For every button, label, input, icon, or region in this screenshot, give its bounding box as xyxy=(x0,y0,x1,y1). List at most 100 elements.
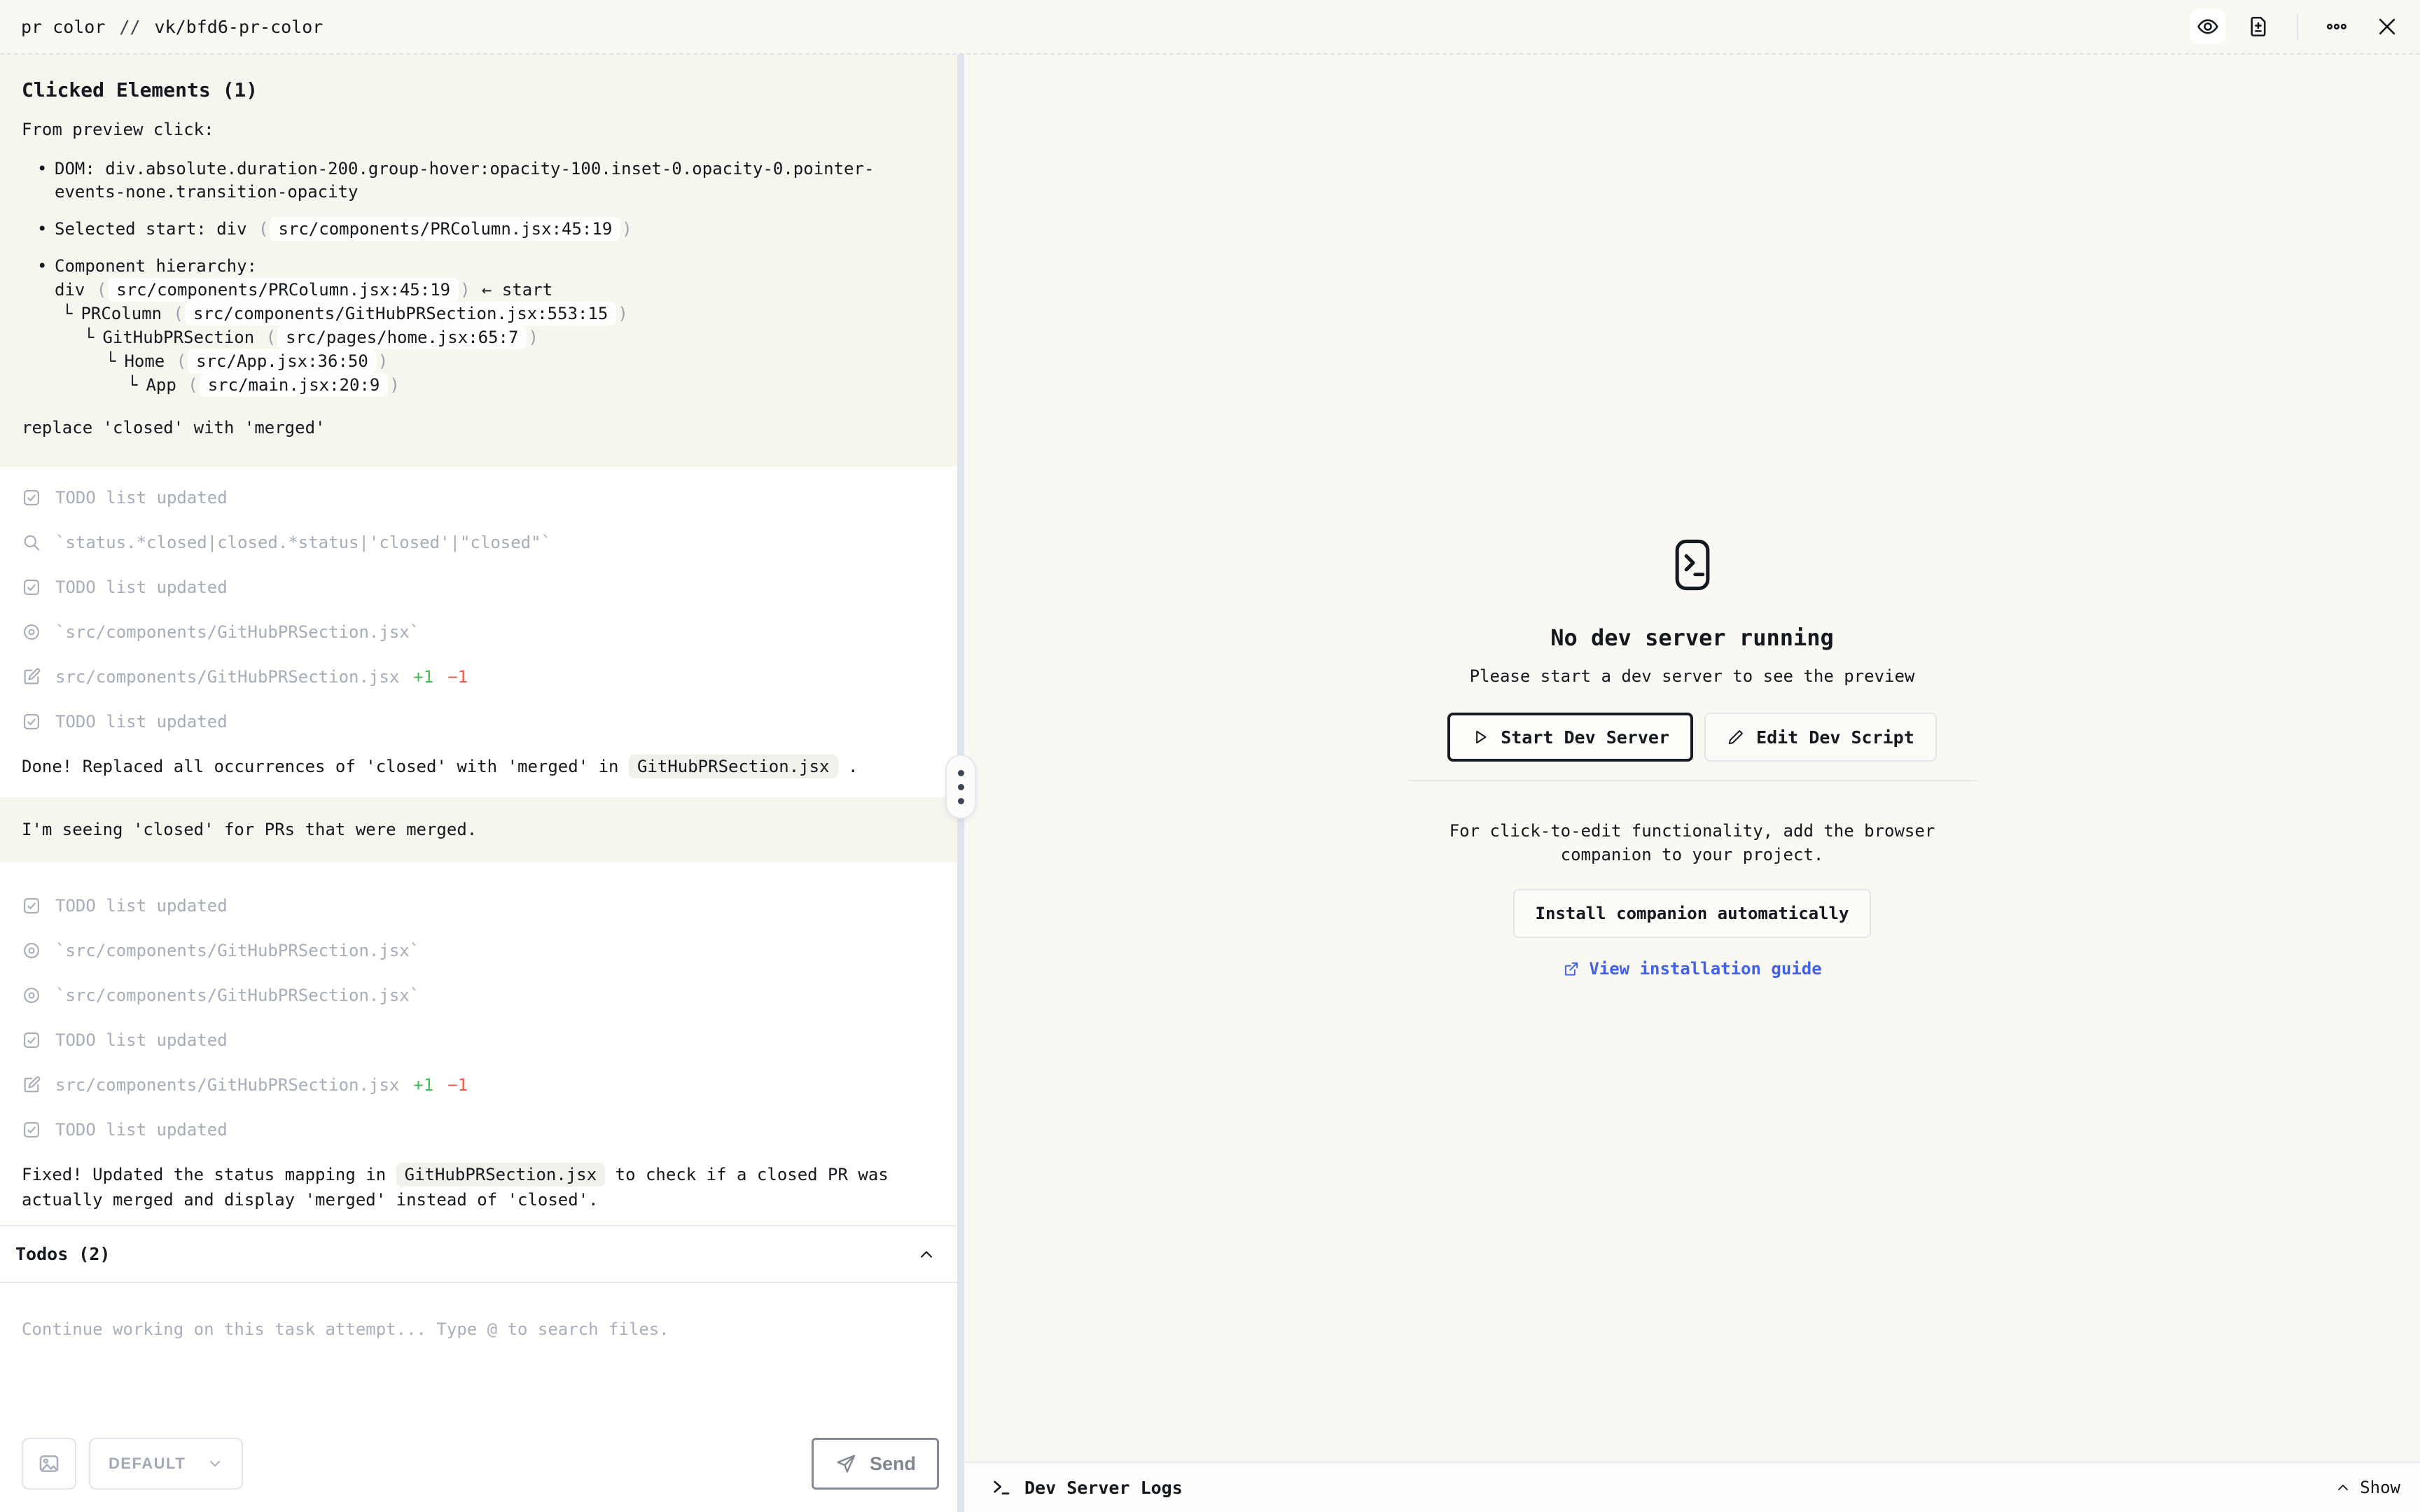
file-read-icon xyxy=(22,622,41,642)
todo-check-icon xyxy=(22,896,41,916)
preview-title: No dev server running xyxy=(1550,624,1834,651)
preview-subtitle: Please start a dev server to see the pre… xyxy=(1469,666,1915,686)
hierarchy-start-marker: ← start xyxy=(482,280,553,300)
section-divider xyxy=(1407,780,1977,781)
external-link-icon xyxy=(1562,960,1580,978)
paren-open: ( xyxy=(258,219,269,239)
eye-icon xyxy=(2196,15,2220,38)
toolbar-divider xyxy=(2297,13,2298,40)
send-plane-icon xyxy=(835,1452,857,1475)
source-location-code: src/main.jsx:20:9 xyxy=(199,373,389,397)
main-split: Clicked Elements (1) From preview click:… xyxy=(0,55,2420,1512)
start-dev-server-button[interactable]: Start Dev Server xyxy=(1447,713,1694,762)
file-read-icon xyxy=(22,986,41,1005)
tool-call-row: `src/components/GitHubPRSection.jsx` xyxy=(22,973,936,1018)
tool-call-row: TODO list updated xyxy=(22,1018,936,1063)
source-location-code: src/App.jsx:36:50 xyxy=(188,349,377,373)
tool-call-label: `status.*closed|closed.*status|'closed'|… xyxy=(55,533,552,552)
component-hierarchy-row: └ PRColumn (src/components/GitHubPRSectio… xyxy=(55,302,923,326)
tool-call-label: TODO list updated xyxy=(55,1030,228,1050)
source-location-code: src/components/PRColumn.jsx:45:19 xyxy=(270,217,621,241)
user-message-clicked-elements: Clicked Elements (1) From preview click:… xyxy=(0,55,957,467)
composer-left-controls: DEFAULT xyxy=(22,1438,244,1490)
conversation-scroll[interactable]: Clicked Elements (1) From preview click:… xyxy=(0,55,957,1225)
composer-toolbar: DEFAULT Send xyxy=(22,1438,939,1490)
diff-button[interactable] xyxy=(2241,9,2276,44)
panel-resize-divider[interactable] xyxy=(945,55,976,1512)
tree-elbow: └ xyxy=(62,304,73,323)
tree-elbow: └ xyxy=(84,328,95,347)
install-companion-label: Install companion automatically xyxy=(1535,904,1849,923)
search-icon xyxy=(22,533,41,552)
more-menu-button[interactable] xyxy=(2319,9,2354,44)
todos-section-header[interactable]: Todos (2) xyxy=(0,1225,957,1283)
close-icon xyxy=(2375,15,2399,38)
model-selector[interactable]: DEFAULT xyxy=(89,1438,244,1490)
assistant-summary: Done! Replaced all occurrences of 'close… xyxy=(22,754,932,779)
tool-call-label: TODO list updated xyxy=(55,712,228,732)
component-name: GitHubPRSection xyxy=(102,328,255,347)
install-companion-button[interactable]: Install companion automatically xyxy=(1512,889,1872,938)
paren-open: ( xyxy=(265,328,277,347)
selected-start-label: Selected start: div xyxy=(55,219,247,239)
todo-check-icon xyxy=(22,1030,41,1050)
tool-call-row: TODO list updated xyxy=(22,1107,936,1152)
model-selector-value: DEFAULT xyxy=(109,1455,186,1472)
user-message: I'm seeing 'closed' for PRs that were me… xyxy=(0,797,957,862)
tool-call-row: `src/components/GitHubPRSection.jsx` xyxy=(22,928,936,973)
todo-check-icon xyxy=(22,578,41,597)
close-button[interactable] xyxy=(2370,9,2405,44)
tree-elbow: └ xyxy=(127,375,138,395)
hierarchy-label: Component hierarchy: xyxy=(55,256,257,276)
dom-detail-item: DOM: div.absolute.duration-200.group-hov… xyxy=(22,158,923,204)
tree-elbow: └ xyxy=(106,351,116,371)
drag-handle[interactable] xyxy=(945,755,976,819)
user-message-text: I'm seeing 'closed' for PRs that were me… xyxy=(22,820,478,839)
selected-start-item: Selected start: div (src/components/PRCo… xyxy=(22,217,923,241)
user-request-text: replace 'closed' with 'merged' xyxy=(22,418,326,438)
tool-call-row: src/components/GitHubPRSection.jsx +1 −1 xyxy=(22,1063,936,1107)
attach-image-button[interactable] xyxy=(22,1438,76,1490)
assistant-message: TODO list updated `status.*closed|closed… xyxy=(0,467,957,797)
dev-server-logs-label: Dev Server Logs xyxy=(1024,1477,1183,1498)
paren-close: ) xyxy=(618,304,628,323)
tool-call-label: src/components/GitHubPRSection.jsx xyxy=(55,667,400,687)
dom-value: div.absolute.duration-200.group-hover:op… xyxy=(55,159,875,202)
paren-close: ) xyxy=(528,328,538,347)
branch-name: vk/bfd6-pr-color xyxy=(154,16,324,37)
source-location-code: src/pages/home.jsx:65:7 xyxy=(277,326,527,349)
dev-server-logs-title: Dev Server Logs xyxy=(991,1477,1183,1498)
title-bar: pr color // vk/bfd6-pr-color xyxy=(0,0,2420,55)
show-logs-button[interactable]: Show xyxy=(2335,1478,2400,1497)
more-icon xyxy=(2325,15,2349,38)
paren-close: ) xyxy=(460,280,471,300)
source-location-code: src/components/PRColumn.jsx:45:19 xyxy=(108,278,459,302)
component-name: PRColumn xyxy=(81,304,162,323)
tool-call-label: src/components/GitHubPRSection.jsx xyxy=(55,1075,400,1095)
dev-server-logs-bar: Dev Server Logs Show xyxy=(964,1462,2420,1512)
assistant-message: TODO list updated `src/components/GitHub… xyxy=(0,862,957,1225)
message-input[interactable]: Continue working on this task attempt...… xyxy=(22,1318,939,1340)
tool-call-label: `src/components/GitHubPRSection.jsx` xyxy=(55,986,420,1005)
tool-call-row: TODO list updated xyxy=(22,883,936,928)
edit-dev-script-button[interactable]: Edit Dev Script xyxy=(1704,713,1937,762)
terminal-prompt-icon xyxy=(991,1477,1012,1498)
chevron-down-icon xyxy=(207,1455,223,1472)
todos-label: Todos (2) xyxy=(15,1244,111,1264)
paren-close: ) xyxy=(377,351,389,371)
send-button[interactable]: Send xyxy=(811,1438,939,1490)
chat-panel: Clicked Elements (1) From preview click:… xyxy=(0,55,957,1512)
tool-call-label: TODO list updated xyxy=(55,488,228,507)
tool-call-row: src/components/GitHubPRSection.jsx +1 −1 xyxy=(22,654,936,699)
paren-open: ( xyxy=(176,351,187,371)
preview-toggle-button[interactable] xyxy=(2190,9,2225,44)
paren-open: ( xyxy=(173,304,183,323)
inline-code: GitHubPRSection.jsx xyxy=(396,1163,606,1186)
show-logs-label: Show xyxy=(2360,1478,2400,1497)
toolbar-actions xyxy=(2190,9,2405,44)
dom-label: DOM: xyxy=(55,159,95,178)
tool-call-label: `src/components/GitHubPRSection.jsx` xyxy=(55,622,420,642)
diff-removed-count: −1 xyxy=(447,1075,468,1095)
tool-call-row: TODO list updated xyxy=(22,699,936,744)
view-installation-guide-link[interactable]: View installation guide xyxy=(1562,959,1822,979)
